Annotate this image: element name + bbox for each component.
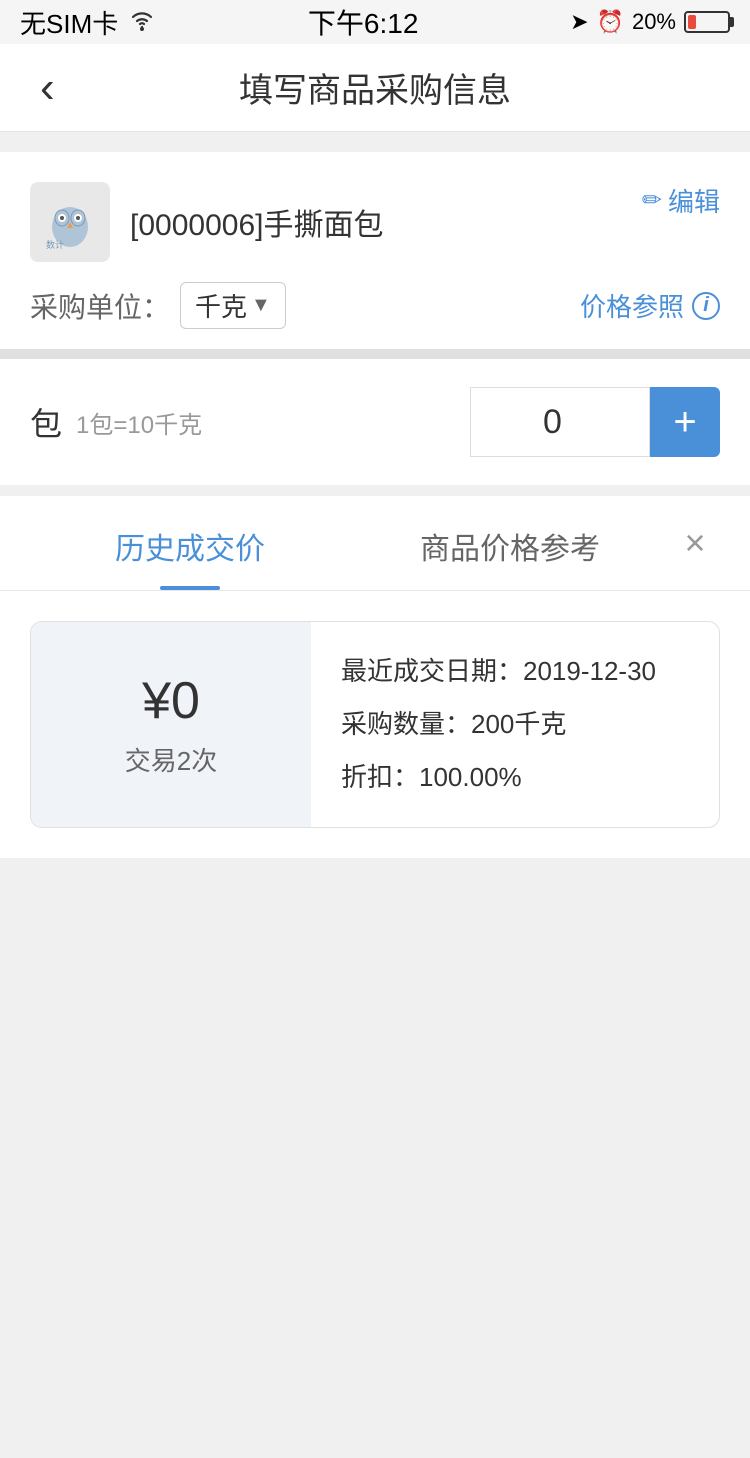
product-logo-icon: 数计 (40, 192, 100, 252)
product-image: 数计 (30, 182, 110, 262)
edit-icon: ✏ (642, 186, 662, 215)
quantity-unit: 包 (30, 399, 62, 445)
back-button[interactable]: ‹ (30, 53, 65, 123)
date-value: 2019-12-30 (523, 656, 656, 686)
location-icon: ➤ (570, 9, 588, 35)
history-details: 最近成交日期：2019-12-30 采购数量：200千克 折扣：100.00% (311, 622, 719, 827)
bottom-space (0, 858, 750, 1458)
price-amount: 0 (171, 672, 200, 730)
date-label: 最近成交日期： (341, 656, 523, 686)
quantity-conversion: 1包=10千克 (76, 405, 202, 440)
history-discount-row: 折扣：100.00% (341, 758, 689, 797)
close-panel-button[interactable]: × (670, 518, 720, 568)
battery-icon (684, 11, 730, 33)
tabs-section: 历史成交价 商品价格参考 × ¥0 交易2次 最近成交日期：2019-12-30 (0, 496, 750, 858)
qty-label: 采购数量： (341, 709, 471, 739)
product-name: [0000006]手撕面包 (130, 200, 383, 244)
tab-history-price[interactable]: 历史成交价 (30, 496, 350, 590)
quantity-plus-button[interactable]: + (650, 387, 720, 457)
section-divider (0, 349, 750, 359)
history-trade-count: 交易2次 (125, 741, 217, 778)
plus-icon: + (673, 400, 696, 445)
unit-value: 千克 (195, 287, 247, 324)
quantity-label: 包 1包=10千克 (30, 399, 202, 445)
history-price-section: ¥0 交易2次 (31, 622, 311, 827)
tabs-row: 历史成交价 商品价格参考 × (0, 496, 750, 591)
quantity-controls: + (470, 387, 720, 457)
discount-value: 100.00% (419, 762, 522, 792)
product-card: 数计 [0000006]手撕面包 ✏ 编辑 采购单位： 千克 ▼ 价格参照 i (0, 152, 750, 349)
history-price-value: ¥0 (142, 671, 200, 731)
tab-history-label: 历史成交价 (115, 533, 265, 566)
close-icon: × (684, 522, 705, 564)
product-unit-row: 采购单位： 千克 ▼ 价格参照 i (30, 282, 720, 329)
quantity-input[interactable] (470, 387, 650, 457)
history-content: ¥0 交易2次 最近成交日期：2019-12-30 采购数量：200千克 折扣：… (0, 591, 750, 858)
status-right: ➤ ⏰ 20% (570, 9, 730, 35)
tab-active-indicator (160, 586, 220, 590)
unit-selector: 采购单位： 千克 ▼ (30, 282, 286, 329)
price-ref-label: 价格参照 (580, 287, 684, 324)
carrier-label: 无SIM卡 (20, 4, 118, 41)
edit-button[interactable]: ✏ 编辑 (642, 182, 720, 219)
unit-label: 采购单位： (30, 286, 170, 326)
svg-text:数计: 数计 (46, 239, 64, 250)
status-time: 下午6:12 (308, 2, 419, 42)
price-reference-button[interactable]: 价格参照 i (580, 287, 720, 324)
price-currency: ¥ (142, 672, 171, 730)
alarm-icon: ⏰ (597, 9, 624, 35)
history-date-row: 最近成交日期：2019-12-30 (341, 652, 689, 691)
product-info: 数计 [0000006]手撕面包 (30, 182, 383, 262)
history-card: ¥0 交易2次 最近成交日期：2019-12-30 采购数量：200千克 折扣：… (30, 621, 720, 828)
info-icon: i (692, 292, 720, 320)
quantity-row: 包 1包=10千克 + (0, 359, 750, 486)
qty-value: 200千克 (471, 709, 566, 739)
tab-product-price[interactable]: 商品价格参考 (350, 496, 670, 590)
history-qty-row: 采购数量：200千克 (341, 705, 689, 744)
discount-label: 折扣： (341, 762, 419, 792)
status-bar: 无SIM卡 下午6:12 ➤ ⏰ 20% (0, 0, 750, 44)
edit-label: 编辑 (668, 182, 720, 219)
tab-product-price-label: 商品价格参考 (420, 533, 600, 566)
battery-percent: 20% (632, 9, 676, 35)
product-header: 数计 [0000006]手撕面包 ✏ 编辑 (30, 182, 720, 262)
unit-dropdown[interactable]: 千克 ▼ (180, 282, 286, 329)
nav-bar: ‹ 填写商品采购信息 (0, 44, 750, 132)
dropdown-arrow-icon: ▼ (251, 294, 271, 317)
wifi-icon (128, 7, 156, 38)
page-title: 填写商品采购信息 (239, 63, 511, 112)
status-left: 无SIM卡 (20, 4, 156, 41)
